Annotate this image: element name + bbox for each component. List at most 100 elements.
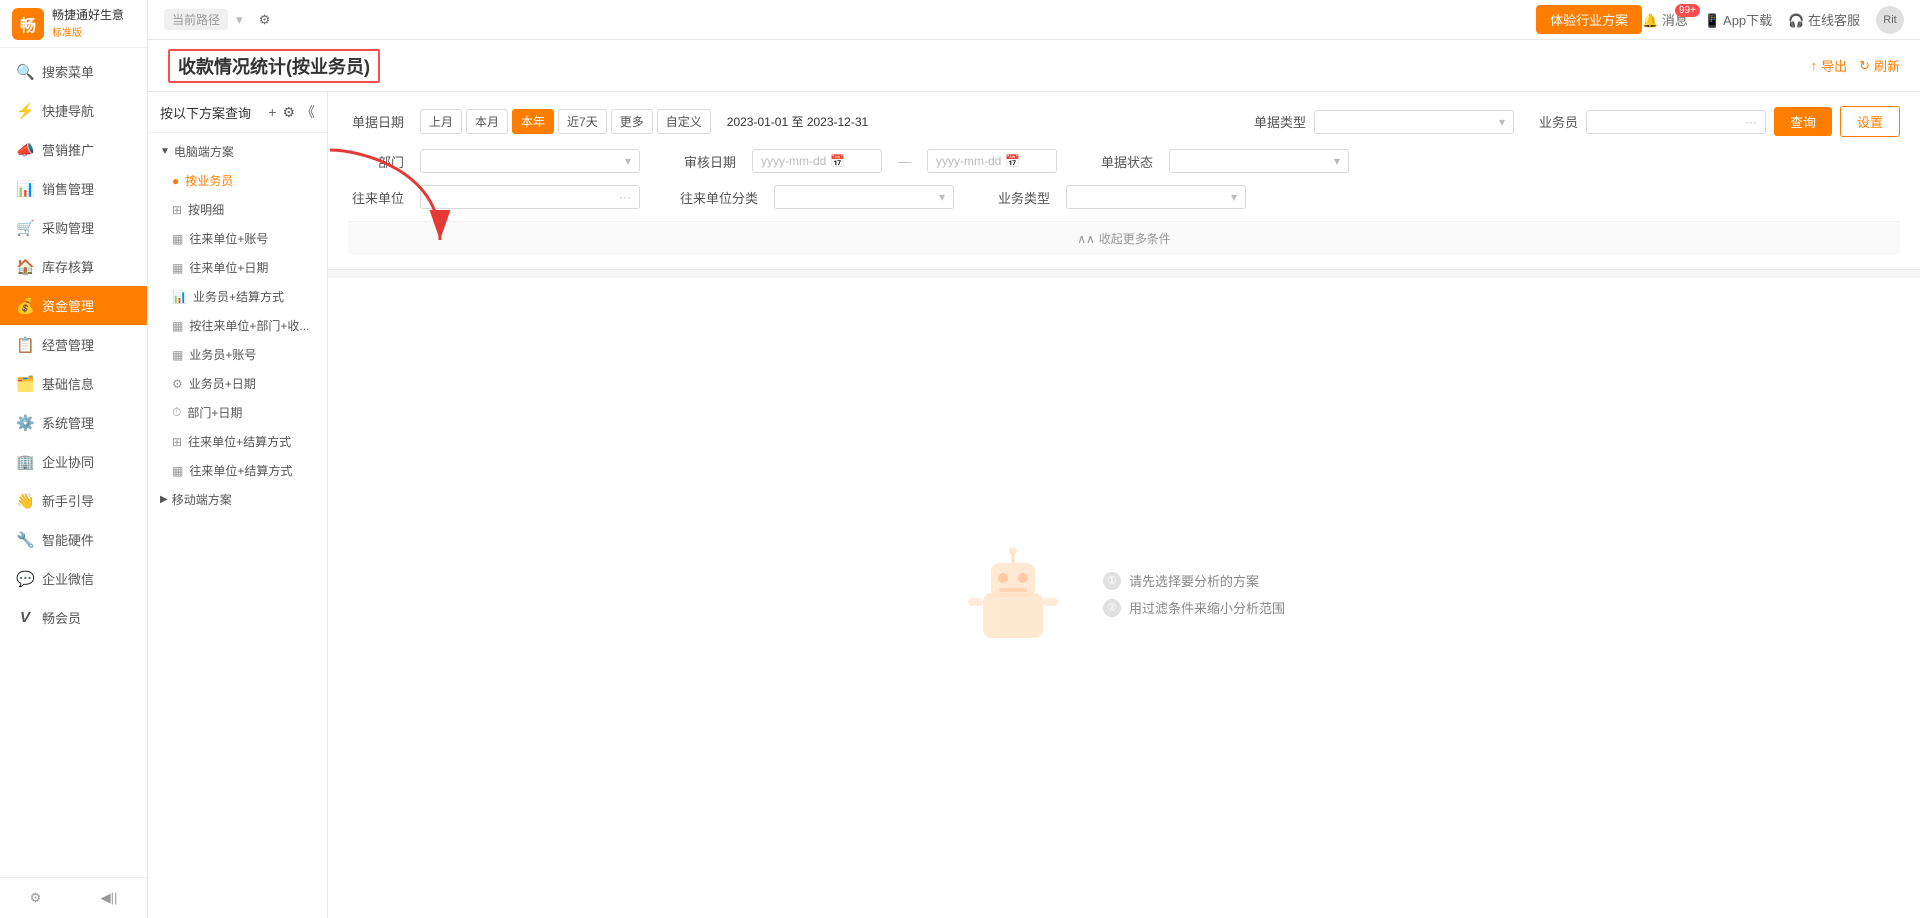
- btn-this-month[interactable]: 本月: [466, 109, 508, 134]
- sidebar-item-search[interactable]: 🔍 搜索菜单: [0, 52, 147, 91]
- cart-icon: 🛒: [16, 219, 34, 237]
- scheme-item-partner-date[interactable]: ▦ 往来单位+日期: [148, 253, 327, 282]
- date-sep: —: [898, 154, 911, 169]
- btn-more-date[interactable]: 更多: [611, 109, 653, 134]
- sidebar-item-purchase[interactable]: 🛒 采购管理: [0, 208, 147, 247]
- sidebar-item-member[interactable]: V 畅会员: [0, 598, 147, 637]
- tip-num-1: ①: [1103, 572, 1121, 590]
- doc-type-select[interactable]: ▾: [1314, 110, 1514, 134]
- user-avatar[interactable]: Rit: [1876, 6, 1904, 34]
- sidebar-item-basic[interactable]: 🗂️ 基础信息: [0, 364, 147, 403]
- clock-icon: ⏱: [172, 405, 181, 420]
- scheme-item-salesman-account[interactable]: ▦ 业务员+账号: [148, 340, 327, 369]
- btn-custom[interactable]: 自定义: [657, 109, 711, 134]
- query-btn[interactable]: 查询: [1774, 107, 1832, 136]
- bell-icon: 🔔: [1642, 13, 1658, 28]
- scheme-item-partner-payment-1[interactable]: ⊞ 往来单位+结算方式: [148, 427, 327, 456]
- phone-icon: 📱: [1704, 13, 1720, 28]
- sidebar-item-quick[interactable]: ⚡ 快捷导航: [0, 91, 147, 130]
- robot-illustration: [963, 543, 1063, 653]
- message-btn[interactable]: 🔔 消息 99+: [1642, 10, 1688, 29]
- sidebar-item-guide[interactable]: 👋 新手引导: [0, 481, 147, 520]
- doc-type-label: 单据类型: [1250, 112, 1306, 131]
- grid-icon-3: ▦: [172, 261, 183, 275]
- sidebar-item-hardware[interactable]: 🔧 智能硬件: [0, 520, 147, 559]
- scheme-list: ▼ 电脑端方案 ● 按业务员 ⊞ 按明细 ▦ 往: [148, 133, 327, 918]
- refresh-btn[interactable]: ↻ 刷新: [1859, 56, 1900, 75]
- audit-date-start[interactable]: yyyy-mm-dd 📅: [752, 149, 882, 173]
- sidebar-item-marketing[interactable]: 📣 营销推广: [0, 130, 147, 169]
- megaphone-icon: 📣: [16, 141, 34, 159]
- setting-btn[interactable]: 设置: [1840, 106, 1900, 137]
- partner-label: 往来单位: [348, 188, 404, 207]
- biz-type-label: 业务类型: [994, 188, 1050, 207]
- add-scheme-btn[interactable]: +: [268, 104, 276, 120]
- app-download-btn[interactable]: 📱 App下载: [1704, 10, 1772, 29]
- sidebar-item-collab[interactable]: 🏢 企业协同: [0, 442, 147, 481]
- scheme-section-mobile: ▶ 移动端方案: [148, 485, 327, 514]
- btn-last7[interactable]: 近7天: [558, 109, 607, 134]
- btn-last-month[interactable]: 上月: [420, 109, 462, 134]
- collapse-up-icon: ∧∧: [1077, 232, 1095, 246]
- doc-status-arrow: ▾: [1334, 154, 1340, 168]
- settings-bottom-btn[interactable]: ⚙: [22, 886, 50, 910]
- scheme-item-partner-account[interactable]: ▦ 往来单位+账号: [148, 224, 327, 253]
- scheme-section-pc-header[interactable]: ▼ 电脑端方案: [148, 137, 327, 166]
- grid-icon-6: ⊞: [172, 435, 182, 449]
- sidebar-nav: 🔍 搜索菜单 ⚡ 快捷导航 📣 营销推广 📊 销售管理 🛒 采购管理 🏠 库存核…: [0, 48, 147, 877]
- partner-select[interactable]: ···: [420, 185, 640, 209]
- sidebar-item-operation[interactable]: 📋 经营管理: [0, 325, 147, 364]
- grid-icon-5: ▦: [172, 348, 183, 362]
- biz-type-select[interactable]: ▾: [1066, 185, 1246, 209]
- calendar-icon-start: 📅: [830, 154, 845, 168]
- scheme-settings-btn[interactable]: ⚙: [282, 104, 295, 121]
- page-title-bar: 收款情况统计(按业务员) ↑ 导出 ↻ 刷新: [148, 40, 1920, 92]
- btn-this-year[interactable]: 本年: [512, 109, 554, 134]
- logo-text: 畅捷通好生意: [52, 8, 124, 24]
- page-title-actions: ↑ 导出 ↻ 刷新: [1811, 56, 1900, 75]
- sidebar-item-system[interactable]: ⚙️ 系统管理: [0, 403, 147, 442]
- finance-icon: 💰: [16, 297, 34, 315]
- scheme-item-partner-payment-2[interactable]: ▦ 往来单位+结算方式: [148, 456, 327, 485]
- filter-row-1: 单据日期 上月 本月 本年 近7天 更多 自定义 2023-01-01 至 20…: [348, 106, 1900, 137]
- trial-btn[interactable]: 体验行业方案: [1536, 5, 1642, 34]
- filter-row-2: 部门 ▾ 审核日期 yyyy-mm-dd 📅 — yyyy-mm-dd: [348, 149, 1900, 173]
- partner-category-select[interactable]: ▾: [774, 185, 954, 209]
- audit-date-end[interactable]: yyyy-mm-dd 📅: [927, 149, 1057, 173]
- search-icon: 🔍: [16, 63, 34, 81]
- scheme-item-salesman-date[interactable]: ⚙ 业务员+日期: [148, 369, 327, 398]
- scheme-item-detail[interactable]: ⊞ 按明细: [148, 195, 327, 224]
- scheme-section-mobile-header[interactable]: ▶ 移动端方案: [148, 485, 327, 514]
- collapse-panel-btn[interactable]: 《: [301, 102, 315, 122]
- partner-category-label: 往来单位分类: [680, 188, 758, 207]
- breadcrumb-area: 当前路径 ▾ ⚙: [164, 6, 1536, 34]
- dropdown-arrow-icon: ▾: [236, 12, 243, 28]
- sidebar-item-sales[interactable]: 📊 销售管理: [0, 169, 147, 208]
- empty-tip-2: ② 用过滤条件来缩小分析范围: [1103, 598, 1285, 617]
- sidebar-item-wechat[interactable]: 💬 企业微信: [0, 559, 147, 598]
- scheme-item-salesman-payment[interactable]: 📊 业务员+结算方式: [148, 282, 327, 311]
- salesman-select[interactable]: ···: [1586, 110, 1766, 134]
- date-btn-group: 上月 本月 本年 近7天 更多 自定义: [420, 109, 711, 134]
- scheme-item-partner-dept[interactable]: ▦ 按往来单位+部门+收...: [148, 311, 327, 340]
- sidebar-item-finance[interactable]: 💰 资金管理: [0, 286, 147, 325]
- radio-active-icon: ●: [172, 174, 179, 188]
- scheme-item-dept-date[interactable]: ⏱ 部门+日期: [148, 398, 327, 427]
- online-service-btn[interactable]: 🎧 在线客服: [1788, 10, 1860, 29]
- sidebar-item-inventory[interactable]: 🏠 库存核算: [0, 247, 147, 286]
- partner-more-icon: ···: [619, 190, 631, 204]
- flash-icon: ⚡: [16, 102, 34, 120]
- doc-status-label: 单据状态: [1097, 152, 1153, 171]
- chat-icon: 💬: [16, 570, 34, 588]
- collapse-sidebar-btn[interactable]: ◀||: [93, 886, 126, 910]
- export-btn[interactable]: ↑ 导出: [1811, 56, 1848, 75]
- scheme-item-salesman[interactable]: ● 按业务员: [148, 166, 327, 195]
- header-gear-btn[interactable]: ⚙: [251, 6, 279, 34]
- dept-select[interactable]: ▾: [420, 149, 640, 173]
- collapse-more-btn[interactable]: ∧∧ 收起更多条件: [348, 221, 1900, 255]
- partner-cat-arrow: ▾: [939, 190, 945, 204]
- doc-status-select[interactable]: ▾: [1169, 149, 1349, 173]
- empty-tips: ① 请先选择要分析的方案 ② 用过滤条件来缩小分析范围: [1103, 571, 1285, 625]
- export-icon: ↑: [1811, 58, 1818, 73]
- header-right: 🔔 消息 99+ 📱 App下载 🎧 在线客服 Rit: [1642, 6, 1904, 34]
